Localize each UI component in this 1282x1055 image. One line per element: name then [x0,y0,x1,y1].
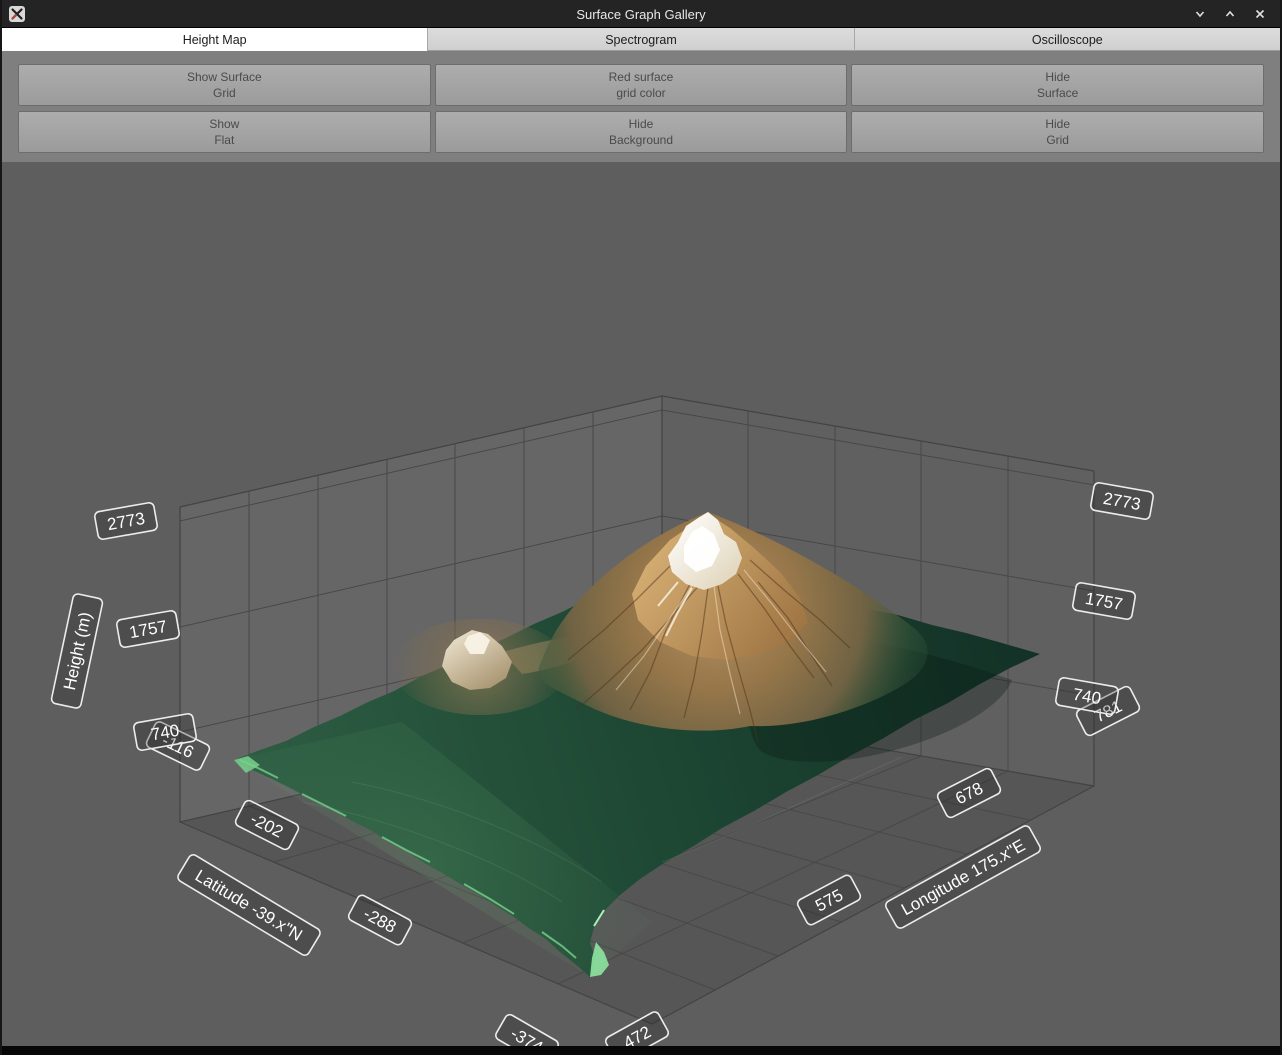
tab-height-map[interactable]: Height Map [2,28,428,51]
height-axis-title: Height (m) [51,593,104,709]
show-flat-button[interactable]: Show Flat [18,111,431,153]
surface-plot-canvas[interactable]: -116 -202 -288 -374 Latitude -39.x"N 781… [2,162,1282,1046]
latitude-tick-label: -374 [494,1013,560,1046]
height-tick-label: 2773 [1090,482,1154,520]
x-app-icon[interactable] [9,6,25,22]
window-bottom-border [2,1046,1280,1055]
hide-background-button[interactable]: Hide Background [435,111,848,153]
show-surface-grid-button[interactable]: Show Surface Grid [18,64,431,106]
surface-plot-viewport[interactable]: -116 -202 -288 -374 Latitude -39.x"N 781… [2,162,1280,1046]
minimize-button[interactable] [1190,4,1210,24]
chevron-down-icon [1193,7,1207,21]
hide-grid-button[interactable]: Hide Grid [851,111,1264,153]
red-surface-grid-color-button[interactable]: Red surface grid color [435,64,848,106]
surface-controls: Show Surface Grid Red surface grid color… [2,51,1280,162]
titlebar[interactable]: Surface Graph Gallery [2,0,1280,28]
height-tick-label: 1757 [116,610,180,648]
tab-spectrogram[interactable]: Spectrogram [428,28,854,51]
hide-surface-button[interactable]: Hide Surface [851,64,1264,106]
chevron-up-icon [1223,7,1237,21]
tab-oscilloscope[interactable]: Oscilloscope [855,28,1280,51]
close-button[interactable] [1250,4,1270,24]
maximize-button[interactable] [1220,4,1240,24]
tabbar: Height Map Spectrogram Oscilloscope [2,28,1280,51]
window-title: Surface Graph Gallery [2,7,1280,22]
close-icon [1253,7,1267,21]
height-tick-label: 2773 [94,502,158,540]
app-window: Surface Graph Gallery Height Map Spectro… [0,0,1282,1055]
svg-text:Latitude -39.x"N: Latitude -39.x"N [192,866,306,945]
